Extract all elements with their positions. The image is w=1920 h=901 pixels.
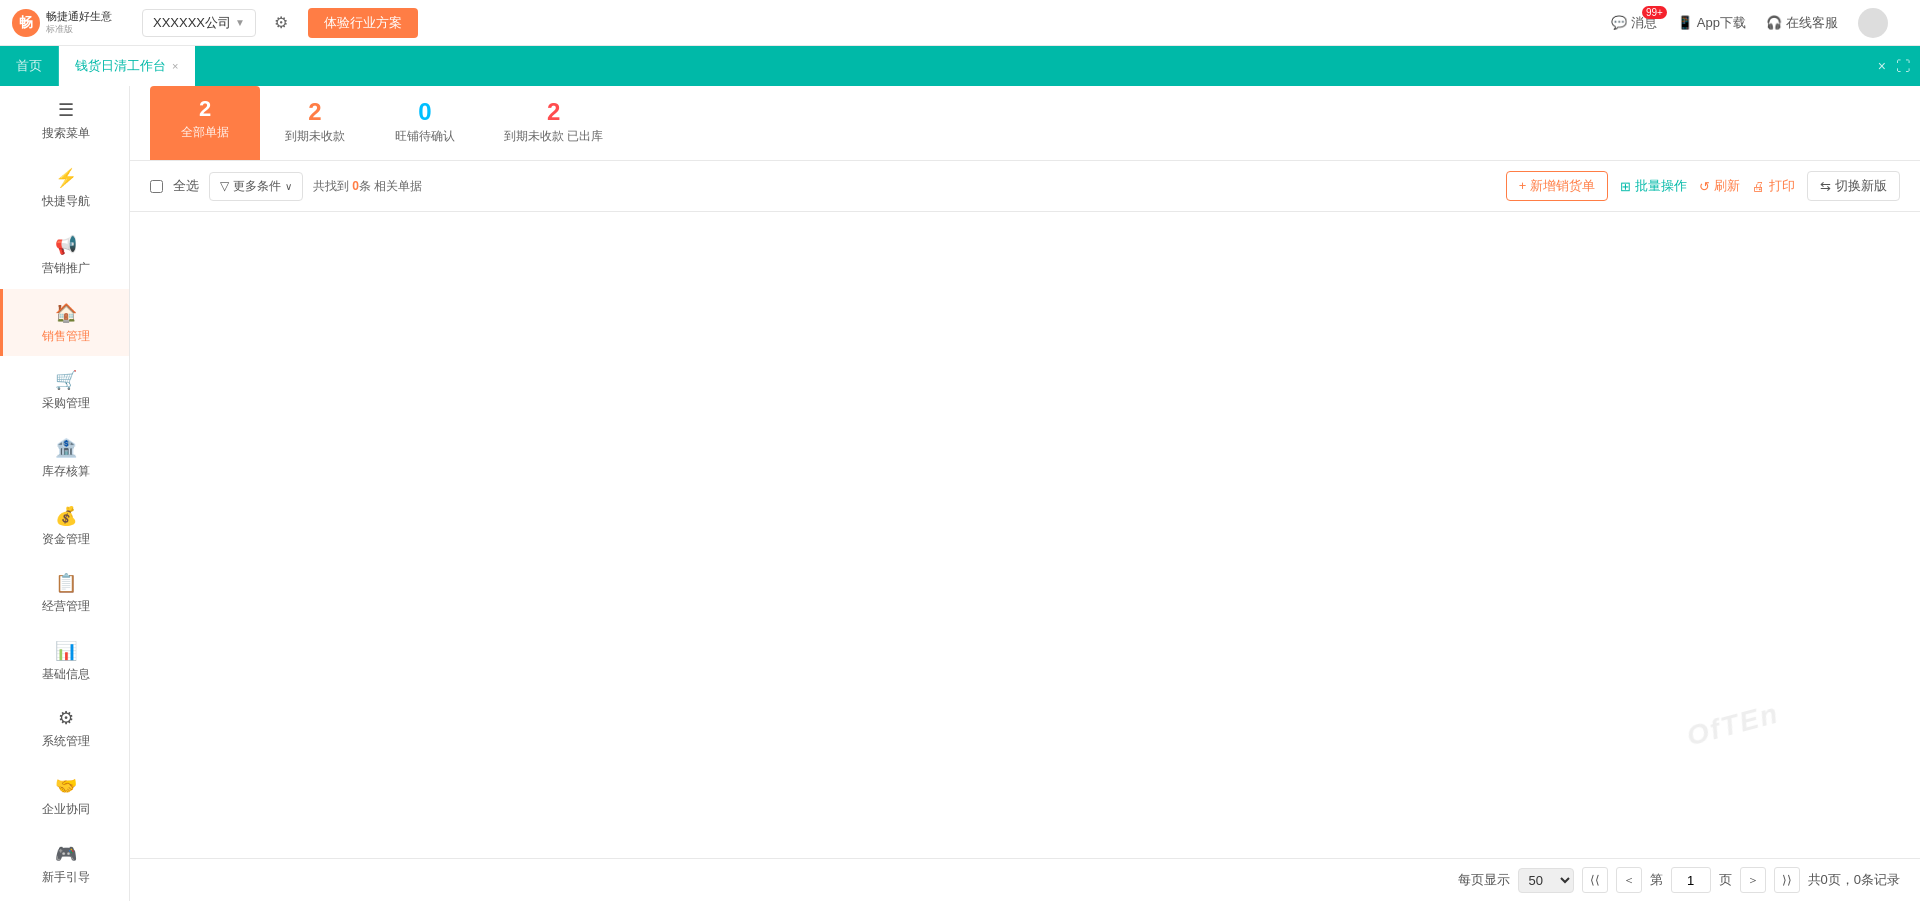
table-area	[130, 212, 1920, 858]
batch-operation-button[interactable]: ⊞ 批量操作	[1620, 177, 1687, 195]
sidebar-item-sales[interactable]: 🏠 销售管理	[0, 289, 129, 357]
download-icon: 📱	[1677, 15, 1693, 30]
per-page-select[interactable]: 50 100 200	[1518, 868, 1574, 893]
avatar[interactable]	[1858, 8, 1888, 38]
toolbar-left: 全选 ▽ 更多条件 ∨ 共找到 0条 相关单据	[150, 172, 422, 201]
quicknav-icon: ⚡	[54, 166, 78, 190]
refresh-icon: ↺	[1699, 179, 1710, 194]
marketing-icon: 📢	[54, 233, 78, 257]
refresh-button[interactable]: ↺ 刷新	[1699, 177, 1740, 195]
sidebar-item-basic-info[interactable]: 📊 基础信息	[0, 627, 129, 695]
next-page-button[interactable]: ＞	[1740, 867, 1766, 893]
app-download-button[interactable]: 📱 App下载	[1677, 14, 1746, 32]
inventory-icon: 🏦	[54, 436, 78, 460]
collab-icon: 🤝	[54, 774, 78, 798]
operation-icon: 📋	[54, 571, 78, 595]
select-all-checkbox[interactable]	[150, 180, 163, 193]
message-button[interactable]: 💬 消息 99+	[1611, 14, 1657, 32]
sidebar-item-guide[interactable]: 🎮 新手引导	[0, 830, 129, 898]
tab-bar: 首页 钱货日清工作台 × × ⛶	[0, 46, 1920, 86]
message-badge: 99+	[1642, 6, 1667, 19]
tab-expand-icon[interactable]: ⛶	[1896, 58, 1910, 74]
stats-tabs: 2 全部单据 2 到期未收款 0 旺铺待确认 2 到期未收款 已出库	[130, 86, 1920, 161]
chevron-down-icon: ▼	[235, 17, 245, 28]
tab-workbench[interactable]: 钱货日清工作台 ×	[59, 46, 195, 86]
pagination-bar: 每页显示 50 100 200 ⟨⟨ ＜ 第 页 ＞ ⟩⟩ 共0页，0条记录	[130, 858, 1920, 901]
sidebar-item-app-center[interactable]: 📦 应用中心	[0, 897, 129, 901]
page-unit: 页	[1719, 871, 1732, 889]
print-button[interactable]: 🖨 打印	[1752, 177, 1795, 195]
search-menu-icon: ☰	[54, 98, 78, 122]
sidebar-item-quicknav[interactable]: ⚡ 快捷导航	[0, 154, 129, 222]
guide-icon: 🎮	[54, 842, 78, 866]
system-icon: ⚙	[54, 706, 78, 730]
print-icon: 🖨	[1752, 179, 1765, 194]
tab-home[interactable]: 首页	[0, 46, 59, 86]
sidebar-item-marketing[interactable]: 📢 营销推广	[0, 221, 129, 289]
basic-info-icon: 📊	[54, 639, 78, 663]
message-icon: 💬	[1611, 15, 1627, 30]
stat-tab-all[interactable]: 2 全部单据	[150, 86, 260, 160]
stat-tab-wangpu[interactable]: 0 旺铺待确认	[370, 86, 480, 160]
filter-button[interactable]: ▽ 更多条件 ∨	[209, 172, 303, 201]
sidebar-item-enterprise-collab[interactable]: 🤝 企业协同	[0, 762, 129, 830]
sidebar-item-inventory[interactable]: 🏦 库存核算	[0, 424, 129, 492]
trial-button[interactable]: 体验行业方案	[308, 8, 418, 38]
tab-bar-right: × ⛶	[1878, 58, 1920, 74]
logo-text: 畅捷通好生意 标准版	[46, 9, 112, 36]
switch-version-button[interactable]: ⇆ 切换新版	[1807, 171, 1900, 201]
new-sales-order-button[interactable]: + 新增销货单	[1506, 171, 1608, 201]
per-page-label: 每页显示	[1458, 871, 1510, 889]
settings-button[interactable]: ⚙	[266, 8, 296, 38]
switch-icon: ⇆	[1820, 179, 1831, 194]
sidebar: ☰ 搜索菜单 ⚡ 快捷导航 📢 营销推广 🏠 销售管理 🛒 采购管理 🏦 库存核…	[0, 86, 130, 901]
filter-icon: ▽	[220, 179, 229, 193]
toolbar-right: + 新增销货单 ⊞ 批量操作 ↺ 刷新 🖨 打印 ⇆ 切换新版	[1506, 171, 1900, 201]
sidebar-item-search[interactable]: ☰ 搜索菜单	[0, 86, 129, 154]
prev-page-button[interactable]: ＜	[1616, 867, 1642, 893]
online-service-button[interactable]: 🎧 在线客服	[1766, 14, 1838, 32]
purchase-icon: 🛒	[54, 368, 78, 392]
sidebar-item-purchase[interactable]: 🛒 采购管理	[0, 356, 129, 424]
logo-area: 畅 畅捷通好生意 标准版	[12, 9, 142, 37]
service-icon: 🎧	[1766, 15, 1782, 30]
content-area: 2 全部单据 2 到期未收款 0 旺铺待确认 2 到期未收款 已出库 全选	[130, 86, 1920, 901]
company-name: XXXXXX公司	[153, 14, 231, 32]
select-all-label: 全选	[173, 177, 199, 195]
top-header: 畅 畅捷通好生意 标准版 XXXXXX公司 ▼ ⚙ 体验行业方案 💬 消息 99…	[0, 0, 1920, 46]
stat-tab-overdue-shipped[interactable]: 2 到期未收款 已出库	[480, 86, 627, 160]
tab-close-icon[interactable]: ×	[1878, 58, 1886, 74]
total-records: 共0页，0条记录	[1808, 871, 1900, 889]
main-layout: ☰ 搜索菜单 ⚡ 快捷导航 📢 营销推广 🏠 销售管理 🛒 采购管理 🏦 库存核…	[0, 86, 1920, 901]
logo-icon: 畅	[12, 9, 40, 37]
first-page-button[interactable]: ⟨⟨	[1582, 867, 1608, 893]
batch-icon: ⊞	[1620, 179, 1631, 194]
sidebar-item-system[interactable]: ⚙ 系统管理	[0, 694, 129, 762]
page-label: 第	[1650, 871, 1663, 889]
header-right: 💬 消息 99+ 📱 App下载 🎧 在线客服	[1611, 8, 1908, 38]
current-page-input[interactable]	[1671, 867, 1711, 893]
last-page-button[interactable]: ⟩⟩	[1774, 867, 1800, 893]
finance-icon: 💰	[54, 504, 78, 528]
close-tab-icon[interactable]: ×	[172, 60, 178, 72]
filter-chevron-icon: ∨	[285, 181, 292, 192]
sidebar-item-operation[interactable]: 📋 经营管理	[0, 559, 129, 627]
sidebar-item-finance[interactable]: 💰 资金管理	[0, 492, 129, 560]
sales-icon: 🏠	[54, 301, 78, 325]
found-text: 共找到 0条 相关单据	[313, 178, 422, 195]
toolbar: 全选 ▽ 更多条件 ∨ 共找到 0条 相关单据 + 新增销货单 ⊞ 批量操作 ↺	[130, 161, 1920, 212]
stat-tab-overdue-payment[interactable]: 2 到期未收款	[260, 86, 370, 160]
company-selector[interactable]: XXXXXX公司 ▼	[142, 9, 256, 37]
